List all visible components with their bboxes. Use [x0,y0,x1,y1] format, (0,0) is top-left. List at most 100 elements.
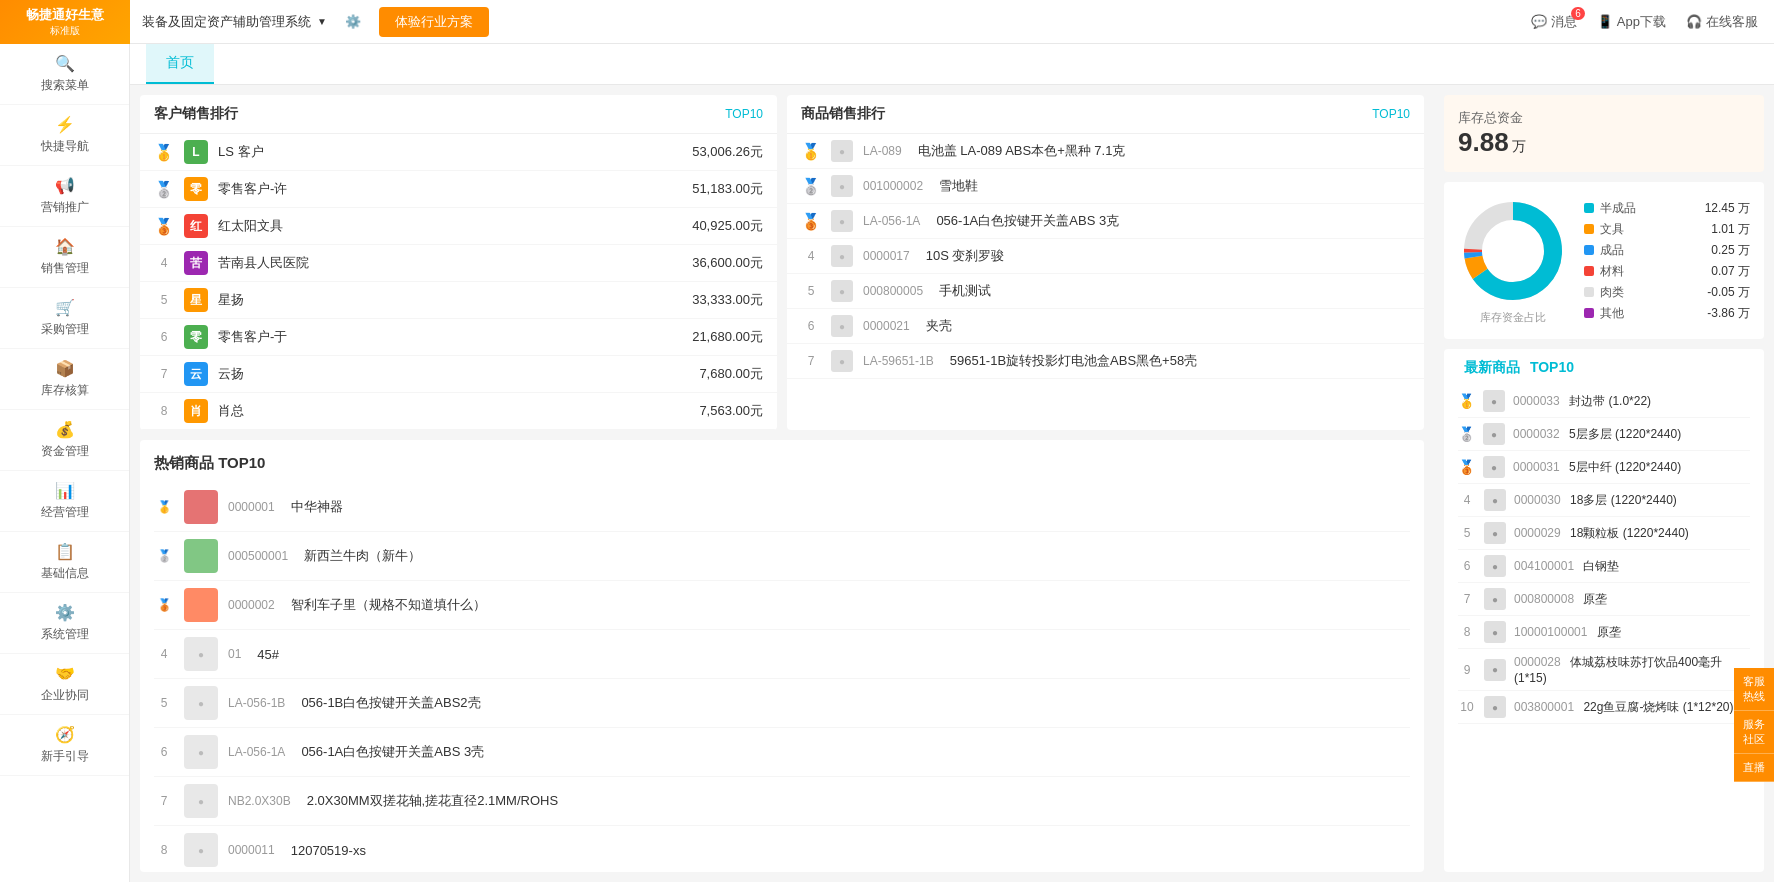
hot-product-img-placeholder: ● [184,735,218,769]
hot-product-row: 🥉 0000002 智利车子里（规格不知道填什么） [154,581,1410,630]
sidebar-inventory-label: 库存核算 [41,382,89,399]
legend-name: 其他 [1600,305,1701,322]
legend-item: 材料 0.07 万 [1584,263,1750,280]
newest-name: 封边带 (1.0*22) [1569,394,1651,408]
marketing-icon: 📢 [55,176,75,195]
product-code: 000800005 [863,284,923,298]
legend-value: 12.45 万 [1705,200,1750,217]
hot-product-img-placeholder: ● [184,784,218,818]
legend-item: 其他 -3.86 万 [1584,305,1750,322]
product-code: 0000021 [863,319,910,333]
sidebar-item-quicknav[interactable]: ⚡ 快捷导航 [0,105,129,166]
inventory-icon: 📦 [55,359,75,378]
customer-avatar: 红 [184,214,208,238]
header-right: 💬 消息 6 📱 App下载 🎧 在线客服 [1531,13,1758,31]
newest-rank-num: 9 [1458,663,1476,677]
operations-icon: 📊 [55,481,75,500]
product-img-placeholder: ● [831,245,853,267]
finance-icon: 💰 [55,420,75,439]
hot-product-row: 🥈 000500001 新西兰牛肉（新牛） [154,532,1410,581]
hot-product-code: 0000001 [228,500,275,514]
sidebar-item-basics[interactable]: 📋 基础信息 [0,532,129,593]
product-img-placeholder: ● [831,140,853,162]
newest-img-placeholder: ● [1484,621,1506,643]
float-btn-community[interactable]: 服务社区 [1734,711,1774,754]
sidebar-item-marketing[interactable]: 📢 营销推广 [0,166,129,227]
sidebar-item-system[interactable]: ⚙️ 系统管理 [0,593,129,654]
customer-value: 21,680.00元 [692,328,763,346]
legend-color-dot [1584,245,1594,255]
newest-product-info: 0000031 5层中纤 (1220*2440) [1513,459,1750,476]
legend-value: -3.86 万 [1707,305,1750,322]
legend-name: 成品 [1600,242,1705,259]
bronze-medal-icon: 🥉 [801,212,821,231]
trial-button[interactable]: 体验行业方案 [379,7,489,37]
hot-rank-num: 4 [154,647,174,661]
legend-color-dot [1584,203,1594,213]
customer-value: 51,183.00元 [692,180,763,198]
sidebar-item-cooperation[interactable]: 🤝 企业协同 [0,654,129,715]
product-rank-row: 6 ● 0000021 夹壳 [787,309,1424,344]
newest-product-row: 8 ● 10000100001 原垄 [1458,616,1750,649]
online-service-label: 在线客服 [1706,13,1758,31]
product-rank-row: 🥇 ● LA-089 电池盖 LA-089 ABS本色+黑种 7.1克 [787,134,1424,169]
inventory-unit: 万 [1512,138,1526,154]
customer-avatar: 苦 [184,251,208,275]
customer-name: 星扬 [218,291,682,309]
hot-product-row: 6 ● LA-056-1A 056-1A白色按键开关盖ABS 3壳 [154,728,1410,777]
float-btn-live[interactable]: 直播 [1734,754,1774,782]
customer-value: 36,600.00元 [692,254,763,272]
newest-img-placeholder: ● [1484,588,1506,610]
hot-rank-1: 🥇 [154,500,174,514]
content-area: 首页 客户销售排行 TOP10 🥇 [130,44,1774,882]
sidebar-item-finance[interactable]: 💰 资金管理 [0,410,129,471]
sidebar-item-operations[interactable]: 📊 经营管理 [0,471,129,532]
chart-label: 库存资金占比 [1458,310,1568,325]
newest-img-placeholder: ● [1484,489,1506,511]
hot-product-row: 🥇 0000001 中华神器 [154,483,1410,532]
svg-point-5 [1485,223,1541,279]
legend-name: 文具 [1600,221,1705,238]
system-name: 装备及固定资产辅助管理系统 [142,13,311,31]
hot-product-row: 7 ● NB2.0X30B 2.0X30MM双搓花轴,搓花直径2.1MM/ROH… [154,777,1410,826]
hot-product-img-placeholder: ● [184,637,218,671]
sidebar-item-guide[interactable]: 🧭 新手引导 [0,715,129,776]
sidebar-item-sales[interactable]: 🏠 销售管理 [0,227,129,288]
newest-product-info: 0000033 封边带 (1.0*22) [1513,393,1750,410]
sidebar-item-search[interactable]: 🔍 搜索菜单 [0,44,129,105]
newest-code: 0000028 [1514,655,1561,669]
product-img-placeholder: ● [831,175,853,197]
sidebar-item-purchase[interactable]: 🛒 采购管理 [0,288,129,349]
online-service-button[interactable]: 🎧 在线客服 [1686,13,1758,31]
product-name: 雪地鞋 [939,177,1410,195]
product-ranking-header: 商品销售排行 TOP10 [787,95,1424,134]
customer-rank-row: 4 苦 苦南县人民医院 36,600.00元 [140,245,777,282]
customer-avatar: 云 [184,362,208,386]
newest-name: 5层中纤 (1220*2440) [1569,460,1681,474]
product-name: 手机测试 [939,282,1410,300]
newest-name: 白钢垫 [1583,559,1619,573]
gold-medal-icon: 🥇 [154,143,174,162]
gear-button[interactable]: ⚙️ [339,8,367,36]
hot-product-code: LA-056-1A [228,745,285,759]
product-code: LA-59651-1B [863,354,934,368]
newest-code: 004100001 [1514,559,1574,573]
customer-name: 红太阳文具 [218,217,682,235]
newest-product-info: 0000032 5层多层 (1220*2440) [1513,426,1750,443]
customer-avatar: 肖 [184,399,208,423]
sidebar-item-inventory[interactable]: 📦 库存核算 [0,349,129,410]
hot-product-name: 中华神器 [291,498,343,516]
message-button[interactable]: 💬 消息 6 [1531,13,1577,31]
product-img-placeholder: ● [831,315,853,337]
float-btn-service[interactable]: 客服热线 [1734,668,1774,711]
brand-title: 畅捷通好生意 [26,6,104,24]
newest-product-info: 003800001 22g鱼豆腐-烧烤味 (1*12*20) [1514,699,1750,716]
product-code: LA-056-1A [863,214,920,228]
system-selector[interactable]: 装备及固定资产辅助管理系统 ▼ [142,13,327,31]
newest-product-row: 5 ● 0000029 18颗粒板 (1220*2440) [1458,517,1750,550]
message-icon: 💬 [1531,14,1547,29]
app-download-button[interactable]: 📱 App下载 [1597,13,1666,31]
sidebar-search-label: 搜索菜单 [41,77,89,94]
tab-home[interactable]: 首页 [146,44,214,84]
message-badge: 6 [1571,7,1585,20]
